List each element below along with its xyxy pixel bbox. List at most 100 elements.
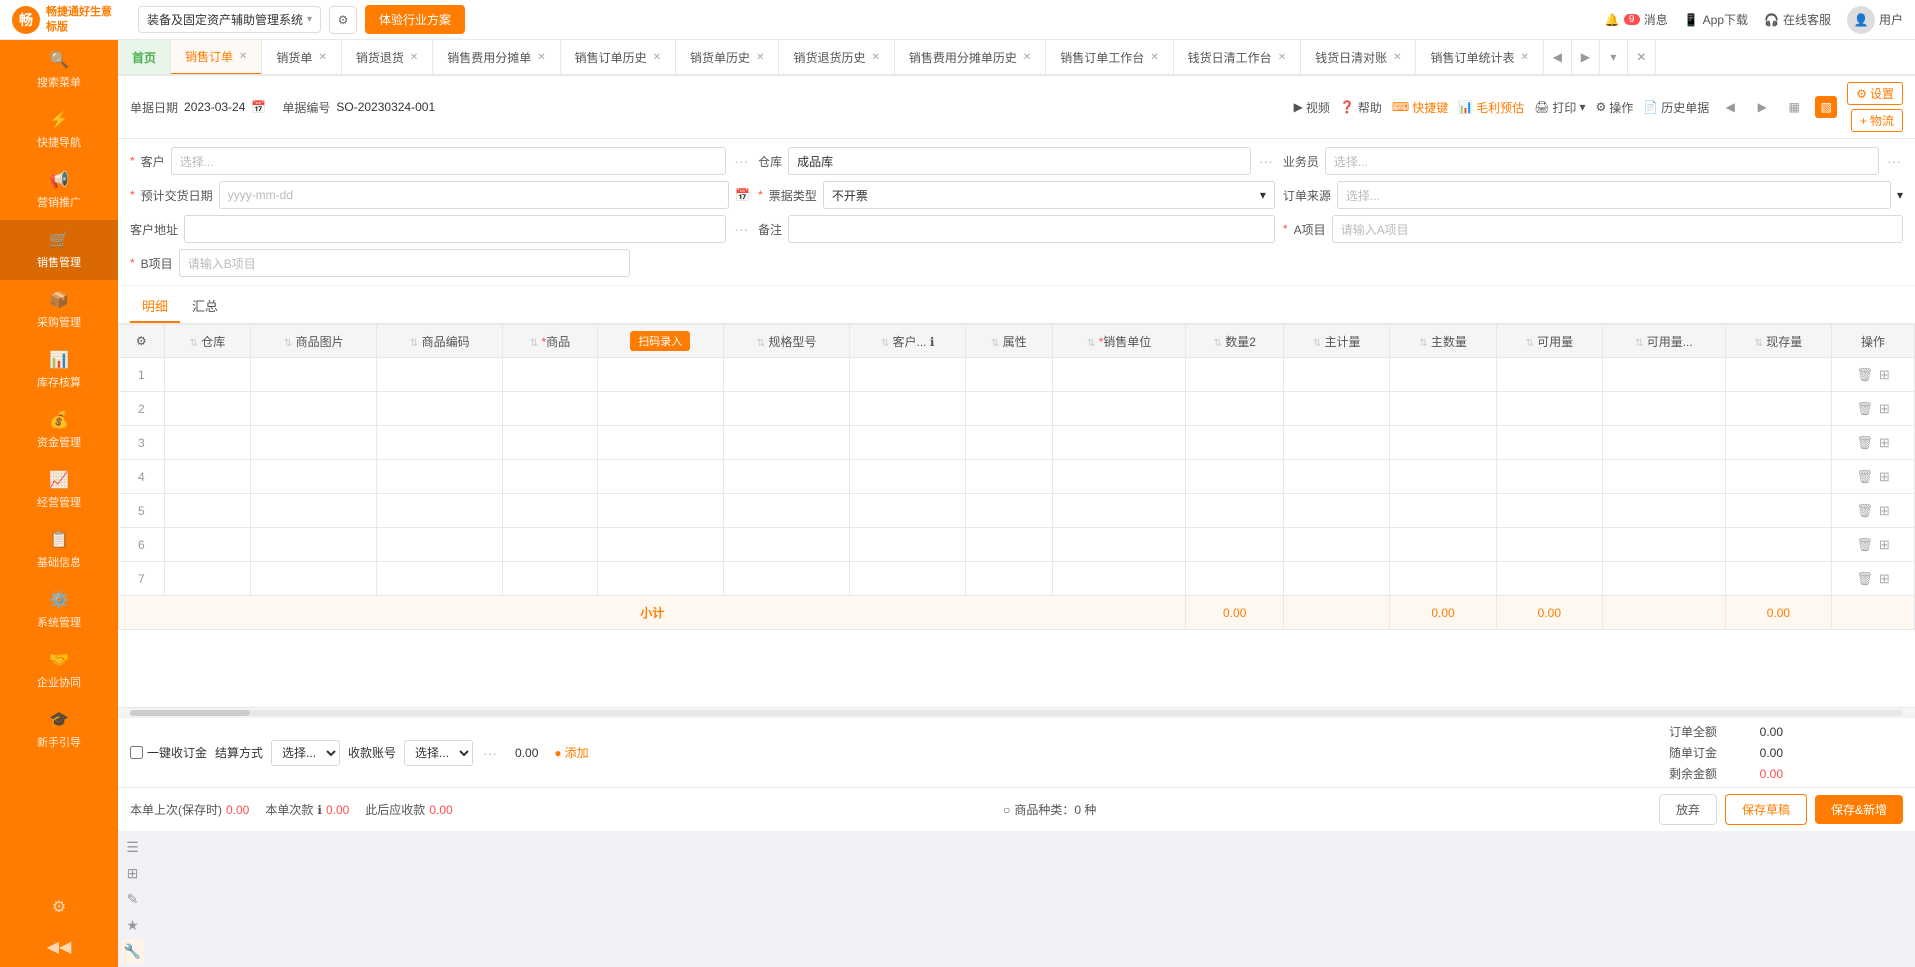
warehouse-input[interactable]: 成品库 bbox=[788, 147, 1251, 175]
row-delete-icon[interactable]: 🗑 bbox=[1856, 469, 1873, 485]
row-copy-icon[interactable]: ⊞ bbox=[1879, 367, 1890, 383]
invoice-type-select[interactable]: 不开票 ▾ bbox=[823, 181, 1275, 209]
tab-close-icon[interactable]: ✕ bbox=[318, 52, 326, 63]
col-settings[interactable]: ⚙ bbox=[119, 325, 165, 358]
tab-sales-order-workbench[interactable]: 销售订单工作台 ✕ bbox=[1046, 40, 1173, 75]
help-button[interactable]: ❓ 帮助 bbox=[1340, 99, 1382, 116]
sidebar-collapse-button[interactable]: ◀◀ bbox=[0, 927, 118, 967]
salesperson-input[interactable]: 选择... bbox=[1325, 147, 1879, 175]
history-button[interactable]: 📄 历史单据 bbox=[1643, 99, 1709, 116]
list-view-button[interactable]: ▧ bbox=[1815, 96, 1837, 118]
sidebar-item-enterprise[interactable]: 🤝 企业协同 bbox=[0, 640, 118, 700]
account-select[interactable]: 选择... bbox=[404, 740, 473, 766]
date-value[interactable]: 2023-03-24 bbox=[184, 100, 245, 114]
add-logistics-button[interactable]: + 物流 bbox=[1851, 109, 1903, 132]
tab-prev-button[interactable]: ◀ bbox=[1544, 40, 1572, 75]
tab-sales-expense-split[interactable]: 销售费用分摊单 ✕ bbox=[433, 40, 560, 75]
tab-sales-stats[interactable]: 销售订单统计表 ✕ bbox=[1416, 40, 1543, 75]
row-copy-icon[interactable]: ⊞ bbox=[1879, 435, 1890, 451]
save-draft-button[interactable]: 保存草稿 bbox=[1725, 794, 1807, 825]
row-copy-icon[interactable]: ⊞ bbox=[1879, 537, 1890, 553]
sidebar-item-sales[interactable]: 🛒 销售管理 bbox=[0, 220, 118, 280]
scroll-thumb[interactable] bbox=[130, 710, 250, 716]
sidebar-item-finance[interactable]: 💰 资金管理 bbox=[0, 400, 118, 460]
calendar-icon[interactable]: 📅 bbox=[251, 100, 266, 114]
settings-button[interactable]: ⚙ bbox=[329, 6, 357, 34]
remark-input[interactable] bbox=[788, 215, 1275, 243]
operations-button[interactable]: ⚙ 操作 bbox=[1595, 99, 1633, 116]
row-qty2[interactable] bbox=[1186, 358, 1284, 392]
panel-icon-1[interactable]: ☰ bbox=[121, 835, 145, 859]
sidebar-item-inventory[interactable]: 📊 库存核算 bbox=[0, 340, 118, 400]
notifications-button[interactable]: 🔔 9 消息 bbox=[1605, 11, 1668, 28]
row-copy-icon[interactable]: ⊞ bbox=[1879, 571, 1890, 587]
tab-close-icon[interactable]: ✕ bbox=[1278, 52, 1286, 63]
sidebar-settings-button[interactable]: ⚙ bbox=[0, 887, 118, 927]
pay-method-select[interactable]: 选择... bbox=[271, 740, 340, 766]
tab-sales-return[interactable]: 销货单 ✕ bbox=[262, 40, 341, 75]
layout-prev-button[interactable]: ◀ bbox=[1719, 96, 1741, 118]
tab-close-icon[interactable]: ✕ bbox=[537, 52, 545, 63]
sidebar-item-quicknav[interactable]: ⚡ 快捷导航 bbox=[0, 100, 118, 160]
tab-home[interactable]: 首页 bbox=[118, 40, 171, 75]
tab-close-icon[interactable]: ✕ bbox=[410, 52, 418, 63]
online-service-button[interactable]: 🎧 在线客服 bbox=[1764, 11, 1831, 28]
row-main-qty[interactable] bbox=[1390, 358, 1496, 392]
shortcut-button[interactable]: ⌨ 快捷键 bbox=[1392, 99, 1448, 116]
row-unit[interactable] bbox=[1052, 358, 1186, 392]
detail-tab-summary[interactable]: 汇总 bbox=[180, 292, 230, 323]
row-sku[interactable] bbox=[377, 358, 503, 392]
print-button[interactable]: 🖨 打印 ▾ bbox=[1534, 99, 1585, 116]
profit-button[interactable]: 📊 毛利预估 bbox=[1458, 99, 1524, 116]
add-payment-button[interactable]: ● 添加 bbox=[554, 744, 588, 761]
sidebar-item-operations[interactable]: 📈 经营管理 bbox=[0, 460, 118, 520]
panel-icon-5[interactable]: 🔧 bbox=[121, 939, 145, 963]
sidebar-item-guide[interactable]: 🎓 新手引导 bbox=[0, 700, 118, 760]
detail-tab-detail[interactable]: 明细 bbox=[130, 292, 180, 323]
sidebar-item-system[interactable]: ⚙️ 系统管理 bbox=[0, 580, 118, 640]
tab-close-all-button[interactable]: ✕ bbox=[1628, 40, 1656, 75]
col-scan[interactable]: 扫码录入 bbox=[597, 325, 723, 358]
row-delete-icon[interactable]: 🗑 bbox=[1856, 435, 1873, 451]
tab-next-button[interactable]: ▶ bbox=[1572, 40, 1600, 75]
row-copy-icon[interactable]: ⊞ bbox=[1879, 503, 1890, 519]
customer-input[interactable]: 选择... bbox=[171, 147, 726, 175]
row-delete-icon[interactable]: 🗑 bbox=[1856, 367, 1873, 383]
discard-button[interactable]: 放弃 bbox=[1659, 794, 1717, 825]
tab-close-icon[interactable]: ✕ bbox=[239, 51, 247, 62]
save-new-button[interactable]: 保存&新增 bbox=[1815, 795, 1903, 824]
user-menu[interactable]: 👤 用户 bbox=[1847, 6, 1903, 34]
row-warehouse[interactable] bbox=[164, 358, 251, 392]
scan-button[interactable]: 扫码录入 bbox=[630, 331, 690, 351]
settings-panel-button[interactable]: ⚙ 设置 bbox=[1847, 82, 1903, 105]
project-b-input[interactable]: 请输入B项目 bbox=[179, 249, 630, 277]
row-delete-icon[interactable]: 🗑 bbox=[1856, 503, 1873, 519]
sidebar-item-search[interactable]: 🔍 搜索菜单 bbox=[0, 40, 118, 100]
row-delete-icon[interactable]: 🗑 bbox=[1856, 537, 1873, 553]
app-download-button[interactable]: 📱 App下载 bbox=[1684, 11, 1748, 28]
sidebar-item-basic[interactable]: 📋 基础信息 bbox=[0, 520, 118, 580]
sidebar-item-marketing[interactable]: 📢 营销推广 bbox=[0, 160, 118, 220]
panel-icon-2[interactable]: ⊞ bbox=[121, 861, 145, 885]
delivery-date-input[interactable]: yyyy-mm-dd bbox=[219, 181, 729, 209]
panel-icon-3[interactable]: ✎ bbox=[121, 887, 145, 911]
system-selector[interactable]: 装备及固定资产辅助管理系统 ▾ bbox=[138, 6, 321, 33]
warehouse-more-button[interactable]: ··· bbox=[1257, 153, 1275, 169]
tab-sales-order-history[interactable]: 销售订单历史 ✕ bbox=[561, 40, 676, 75]
trial-button[interactable]: 体验行业方案 bbox=[365, 5, 465, 34]
customer-more-button[interactable]: ··· bbox=[732, 153, 750, 169]
row-product[interactable] bbox=[503, 358, 597, 392]
row-delete-icon[interactable]: 🗑 bbox=[1856, 571, 1873, 587]
row-copy-icon[interactable]: ⊞ bbox=[1879, 469, 1890, 485]
tab-close-icon[interactable]: ✕ bbox=[1393, 52, 1401, 63]
tab-cash-daily-workbench[interactable]: 钱货日清工作台 ✕ bbox=[1174, 40, 1301, 75]
tab-close-icon[interactable]: ✕ bbox=[1023, 52, 1031, 63]
panel-icon-4[interactable]: ★ bbox=[121, 913, 145, 937]
tab-close-icon[interactable]: ✕ bbox=[1150, 52, 1158, 63]
order-source-input[interactable]: 选择... bbox=[1337, 181, 1891, 209]
tab-sales-expense-history[interactable]: 销售费用分摊单历史 ✕ bbox=[895, 40, 1046, 75]
tab-close-icon[interactable]: ✕ bbox=[871, 52, 879, 63]
tab-close-icon[interactable]: ✕ bbox=[1521, 52, 1529, 63]
scroll-bar[interactable] bbox=[118, 707, 1915, 717]
tab-sales-order[interactable]: 销售订单 ✕ bbox=[171, 40, 262, 75]
